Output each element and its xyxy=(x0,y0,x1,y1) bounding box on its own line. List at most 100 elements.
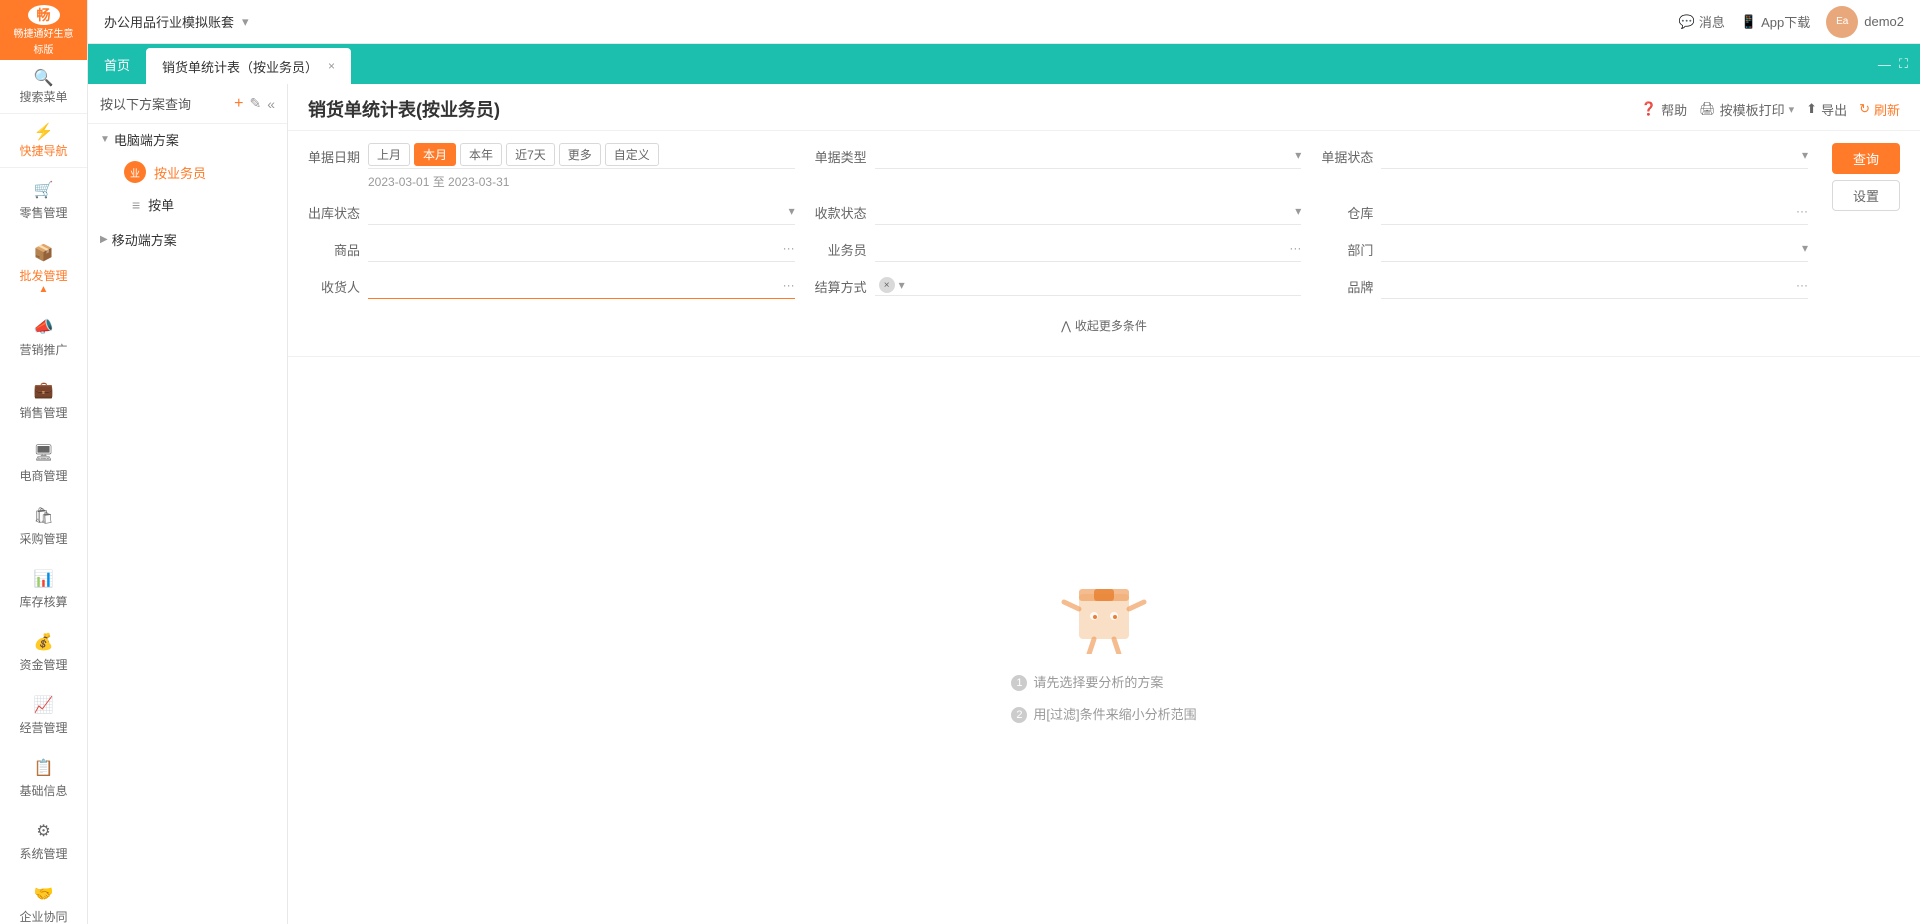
system-label: 系统管理 xyxy=(19,845,67,862)
print-label: 按模板打印 xyxy=(1720,100,1785,119)
out-status-dropdown-icon[interactable]: ▾ xyxy=(789,204,795,218)
finance-label: 资金管理 xyxy=(19,656,67,673)
tab-window-controls: — ⛶ xyxy=(1866,56,1920,72)
app-download-btn[interactable]: 📱 App下载 xyxy=(1741,12,1810,31)
filter-payment-status-field: 收款状态 ▾ xyxy=(815,200,1302,225)
add-scheme-icon[interactable]: + xyxy=(234,95,243,113)
scheme-by-doc[interactable]: ≡ 按单 xyxy=(112,189,287,220)
payment-status-dropdown-icon[interactable]: ▾ xyxy=(1295,204,1301,218)
edit-scheme-icon[interactable]: ✎ xyxy=(249,95,261,112)
scheme-by-salesman[interactable]: 业 按业务员 xyxy=(112,155,287,189)
search-menu-label: 搜索菜单 xyxy=(5,88,82,105)
sidebar-item-retail[interactable]: 🛒 零售管理 xyxy=(0,168,87,231)
print-btn[interactable]: 🖨 按模板打印 ▾ xyxy=(1699,100,1794,119)
export-label: 导出 xyxy=(1821,100,1847,119)
date-last7-btn[interactable]: 近7天 xyxy=(506,143,555,166)
tip-item-2: 2 用[过滤]条件来缩小分析范围 xyxy=(1011,702,1196,728)
date-this-month-btn[interactable]: 本月 xyxy=(414,143,456,166)
scheme-pc[interactable]: ▼ 电脑端方案 xyxy=(88,124,287,155)
filter-row-3: 商品 ··· 业务员 ··· xyxy=(308,237,1808,262)
payment-status-control[interactable]: ▾ xyxy=(875,200,1302,225)
dept-dropdown-icon[interactable]: ▾ xyxy=(1802,241,1808,255)
filter-brand-field: 品牌 ··· xyxy=(1321,274,1808,299)
product-dots-icon[interactable]: ··· xyxy=(783,241,795,255)
refresh-btn[interactable]: ↻ 刷新 xyxy=(1859,100,1900,119)
sidebar-item-corp[interactable]: 🤝 企业协同 xyxy=(0,872,87,924)
doc-status-dropdown-icon[interactable]: ▾ xyxy=(1802,148,1808,162)
tab-active[interactable]: 销货单统计表（按业务员） × xyxy=(146,48,351,84)
expand-icon: ▼ xyxy=(100,134,110,145)
page-title-bar: 销货单统计表(按业务员) ❓ 帮助 🖨 按模板打印 ▾ ⬆ 导出 xyxy=(288,84,1920,131)
payment-status-label: 收款状态 xyxy=(815,203,867,222)
date-filter-buttons: 上月 本月 本年 近7天 更多 自定义 xyxy=(368,143,659,166)
system-icon: ⚙ xyxy=(32,819,56,843)
salesman-dots-icon[interactable]: ··· xyxy=(1289,241,1301,255)
sidebar-shortcut[interactable]: ⚡ 快捷导航 xyxy=(0,114,87,168)
out-status-value xyxy=(368,200,789,222)
settlement-dropdown-icon[interactable]: ▾ xyxy=(899,278,905,292)
help-btn[interactable]: ❓ 帮助 xyxy=(1641,100,1687,119)
message-btn[interactable]: 💬 消息 xyxy=(1679,12,1725,31)
salesman-label: 业务员 xyxy=(815,240,867,259)
minimize-icon[interactable]: — xyxy=(1878,57,1891,72)
product-value xyxy=(368,237,783,259)
user-name: demo2 xyxy=(1864,14,1904,29)
sidebar-item-operations[interactable]: 📈 经营管理 xyxy=(0,683,87,746)
corp-icon: 🤝 xyxy=(32,882,56,906)
sidebar-item-basic[interactable]: 📋 基础信息 xyxy=(0,746,87,809)
collapse-scheme-icon[interactable]: « xyxy=(267,96,275,112)
help-label: 帮助 xyxy=(1661,100,1687,119)
out-status-control[interactable]: ▾ xyxy=(368,200,795,225)
empty-state: 1 请先选择要分析的方案 2 用[过滤]条件来缩小分析范围 xyxy=(288,357,1920,924)
sidebar-item-sales[interactable]: 💼 销售管理 xyxy=(0,368,87,431)
export-btn[interactable]: ⬆ 导出 xyxy=(1806,100,1847,119)
date-more-btn[interactable]: 更多 xyxy=(559,143,601,166)
maximize-icon[interactable]: ⛶ xyxy=(1899,56,1908,72)
tab-home[interactable]: 首页 xyxy=(88,44,146,84)
left-panel: 按以下方案查询 + ✎ « ▼ 电脑端方案 业 xyxy=(88,84,288,924)
doc-type-dropdown-icon[interactable]: ▾ xyxy=(1295,148,1301,162)
receiver-dots-icon[interactable]: ··· xyxy=(783,278,795,292)
sidebar-item-finance[interactable]: 💰 资金管理 xyxy=(0,620,87,683)
sidebar-item-ecommerce[interactable]: 🖥 电商管理 xyxy=(0,431,87,494)
query-button[interactable]: 查询 xyxy=(1832,143,1900,174)
filter-doc-type-field: 单据类型 ▾ xyxy=(815,143,1302,169)
date-custom-btn[interactable]: 自定义 xyxy=(605,143,659,166)
date-last-month-btn[interactable]: 上月 xyxy=(368,143,410,166)
scheme-mobile[interactable]: ▶ 移动端方案 xyxy=(88,224,287,255)
page-content: 按以下方案查询 + ✎ « ▼ 电脑端方案 业 xyxy=(88,84,1920,924)
doc-type-control[interactable]: ▾ xyxy=(875,144,1302,169)
shortcut-label: 快捷导航 xyxy=(5,142,82,159)
settings-button[interactable]: 设置 xyxy=(1832,180,1900,211)
scheme-pc-label: 电脑端方案 xyxy=(114,130,179,149)
date-this-year-btn[interactable]: 本年 xyxy=(460,143,502,166)
brand-control[interactable]: ··· xyxy=(1381,274,1808,299)
salesman-control[interactable]: ··· xyxy=(875,237,1302,262)
settlement-clear-icon[interactable]: × xyxy=(879,277,895,293)
sidebar-item-marketing[interactable]: 📣 营销推广 xyxy=(0,305,87,368)
sidebar-item-wholesale[interactable]: 📦 批发管理 ▲ xyxy=(0,231,87,305)
doc-scheme-icon: ≡ xyxy=(132,197,140,213)
workspace-dropdown-icon[interactable]: ▾ xyxy=(242,14,249,30)
product-control[interactable]: ··· xyxy=(368,237,795,262)
sidebar-item-inventory[interactable]: 📊 库存核算 xyxy=(0,557,87,620)
app-edition: 标版 xyxy=(34,41,54,56)
scheme-tree: ▼ 电脑端方案 业 按业务员 ≡ 按单 ▶ xyxy=(88,124,287,255)
tab-close-icon[interactable]: × xyxy=(328,59,335,73)
sidebar-search[interactable]: 🔍 搜索菜单 xyxy=(0,60,87,114)
sidebar-item-purchase[interactable]: 🛍 采购管理 xyxy=(0,494,87,557)
collapse-btn[interactable]: ⋀ 收起更多条件 xyxy=(1061,317,1147,334)
salesman-value xyxy=(875,237,1290,259)
sidebar-item-system[interactable]: ⚙ 系统管理 xyxy=(0,809,87,872)
tab-bar: 首页 销货单统计表（按业务员） × — ⛶ xyxy=(88,44,1920,84)
print-dropdown-icon: ▾ xyxy=(1789,103,1795,116)
receiver-control[interactable]: ··· xyxy=(368,274,795,299)
brand-dots-icon[interactable]: ··· xyxy=(1796,278,1808,292)
warehouse-dots-icon[interactable]: ··· xyxy=(1796,204,1808,218)
warehouse-control[interactable]: ··· xyxy=(1381,200,1808,225)
collapse-section: ⋀ 收起更多条件 xyxy=(308,311,1900,344)
doc-status-control[interactable]: ▾ xyxy=(1381,144,1808,169)
user-area[interactable]: Ea demo2 xyxy=(1826,6,1904,38)
dept-control[interactable]: ▾ xyxy=(1381,237,1808,262)
collapse-up-icon: ⋀ xyxy=(1061,319,1071,333)
